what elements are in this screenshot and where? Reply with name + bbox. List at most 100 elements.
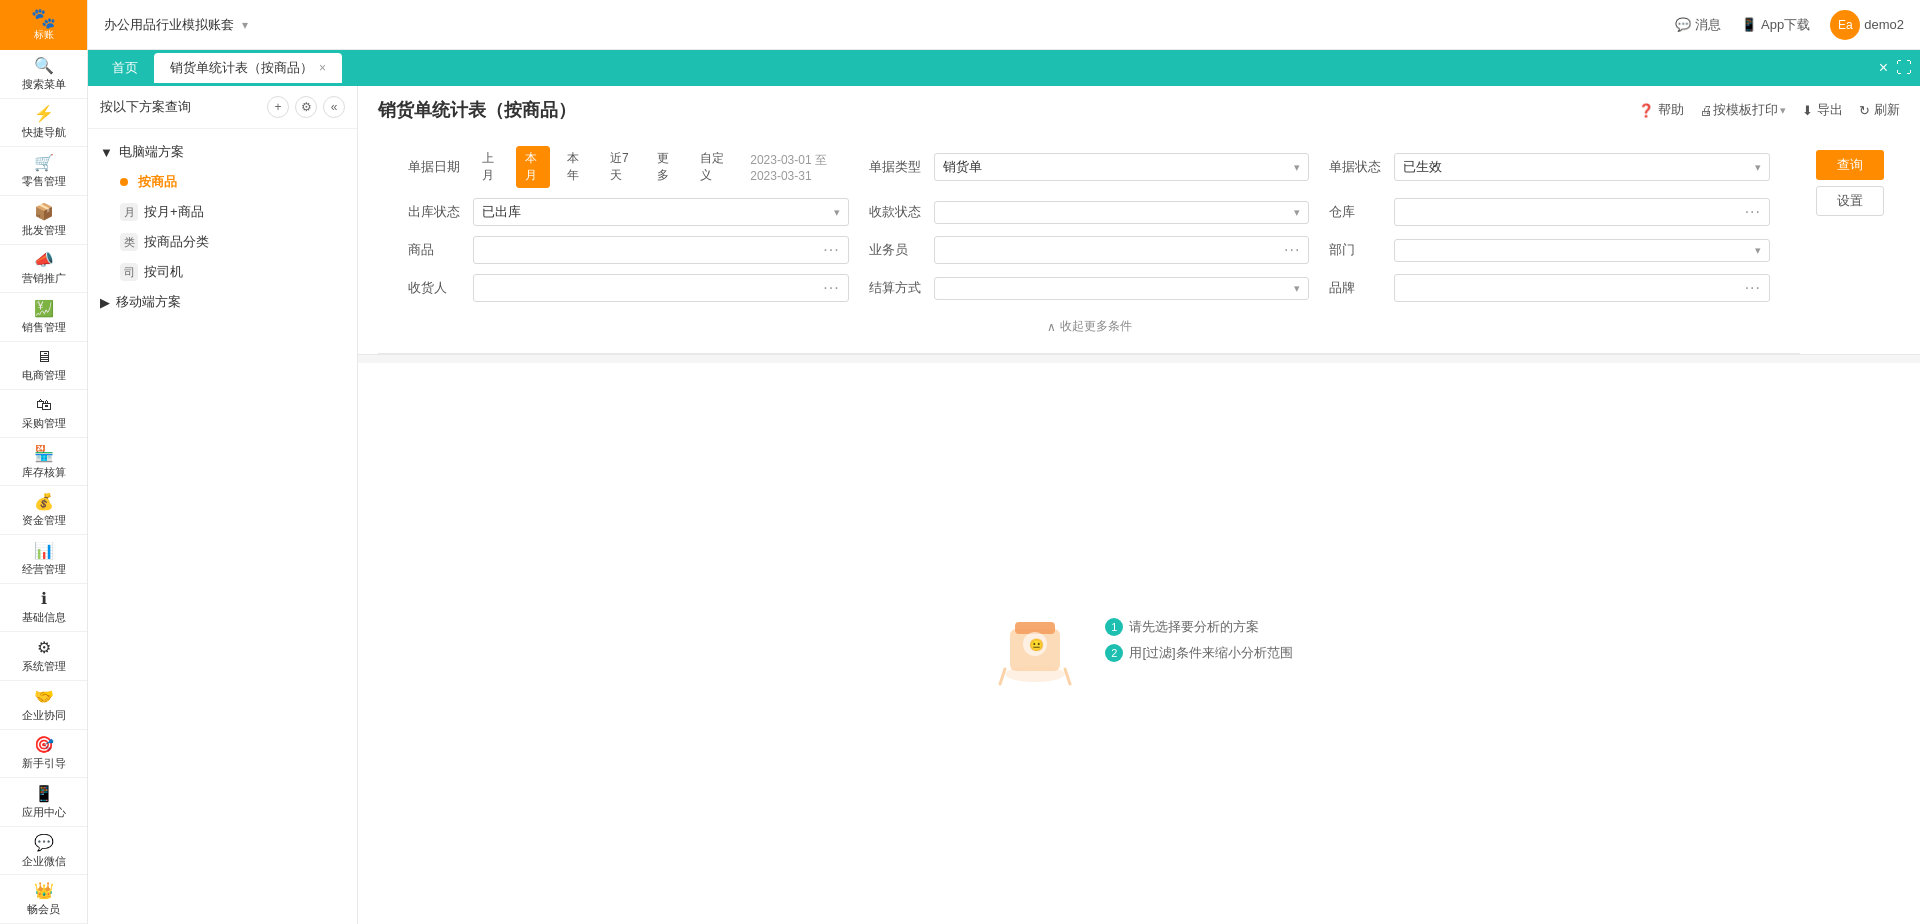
date-range-display: 2023-03-01 至 2023-03-31 bbox=[750, 152, 848, 183]
print-dropdown-arrow[interactable]: ▾ bbox=[1780, 104, 1786, 117]
collapse-panel-btn[interactable]: « bbox=[323, 96, 345, 118]
salesperson-select[interactable]: ··· bbox=[934, 236, 1310, 264]
sidebar-item-newuser[interactable]: 🎯 新手引导 bbox=[0, 730, 87, 779]
sidebar-item-system[interactable]: ⚙ 系统管理 bbox=[0, 632, 87, 681]
sidebar-item-purchase[interactable]: 🛍 采购管理 bbox=[0, 390, 87, 438]
tab-minimize-btn[interactable]: × bbox=[1879, 59, 1888, 77]
sidebar-item-ecommerce[interactable]: 🖥 电商管理 bbox=[0, 342, 87, 390]
product-select[interactable]: ··· bbox=[473, 236, 849, 264]
date-this-month-btn[interactable]: 本月 bbox=[516, 146, 551, 188]
hint-2: 2 用[过滤]条件来缩小分析范围 bbox=[1105, 644, 1292, 662]
tab-bar-actions: × ⛶ bbox=[1879, 59, 1912, 77]
retail-icon: 🛒 bbox=[34, 153, 54, 172]
receipt-status-control: ▾ bbox=[934, 201, 1310, 224]
date-more-btn[interactable]: 更多 bbox=[648, 146, 683, 188]
tab-close-btn[interactable]: × bbox=[319, 61, 326, 75]
tree-child-month-product[interactable]: 月 按月+商品 bbox=[88, 197, 357, 227]
tab-home[interactable]: 首页 bbox=[96, 53, 154, 83]
settings-scheme-icon: ⚙ bbox=[301, 100, 312, 114]
warehouse2-select[interactable]: ··· bbox=[1394, 198, 1770, 226]
settings-scheme-btn[interactable]: ⚙ bbox=[295, 96, 317, 118]
tree-child-driver[interactable]: 司 按司机 bbox=[88, 257, 357, 287]
export-btn[interactable]: ⬇ 导出 bbox=[1802, 101, 1843, 119]
help-btn[interactable]: ❓ 帮助 bbox=[1638, 101, 1684, 119]
sidebar-item-operation[interactable]: 📊 经营管理 bbox=[0, 535, 87, 584]
hint1-text: 请先选择要分析的方案 bbox=[1129, 618, 1259, 636]
doc-type-select[interactable]: 销货单 ▾ bbox=[934, 153, 1310, 181]
brand-select[interactable]: ··· bbox=[1394, 274, 1770, 302]
tree-child-by-product[interactable]: 按商品 bbox=[88, 167, 357, 197]
print-btn-group[interactable]: 🖨 按模板打印 ▾ bbox=[1700, 101, 1786, 119]
sidebar-item-label-sales: 销售管理 bbox=[22, 320, 66, 335]
message-btn[interactable]: 💬 消息 bbox=[1675, 16, 1721, 34]
sidebar-item-wholesale[interactable]: 📦 批发管理 bbox=[0, 196, 87, 245]
add-scheme-btn[interactable]: + bbox=[267, 96, 289, 118]
sidebar-item-label-enterprise: 企业协同 bbox=[22, 708, 66, 723]
sidebar-item-basic[interactable]: ℹ 基础信息 bbox=[0, 584, 87, 633]
tree-group-pc[interactable]: ▼ 电脑端方案 bbox=[88, 137, 357, 167]
sidebar-item-search[interactable]: 🔍 搜索菜单 bbox=[0, 50, 87, 99]
sidebar-item-sales[interactable]: 💹 销售管理 bbox=[0, 293, 87, 342]
settings-btn[interactable]: 设置 bbox=[1816, 186, 1884, 216]
top-bar: 办公用品行业模拟账套 ▾ 💬 消息 📱 App下载 Ea demo2 bbox=[88, 0, 1920, 50]
collapse-icon: « bbox=[331, 100, 338, 114]
tree-child-label-product: 按商品 bbox=[138, 173, 177, 191]
sidebar-item-wechat[interactable]: 💬 企业微信 bbox=[0, 827, 87, 876]
purchase-icon: 🛍 bbox=[36, 396, 52, 414]
dept-select[interactable]: ▾ bbox=[1394, 239, 1770, 262]
message-icon: 💬 bbox=[1675, 17, 1691, 32]
doc-status-select[interactable]: 已生效 ▾ bbox=[1394, 153, 1770, 181]
home-tab-label: 首页 bbox=[112, 59, 138, 77]
sidebar-item-inventory[interactable]: 🏪 库存核算 bbox=[0, 438, 87, 487]
date-this-year-btn[interactable]: 本年 bbox=[558, 146, 593, 188]
recipient-dots: ··· bbox=[823, 279, 839, 297]
date-last-month-btn[interactable]: 上月 bbox=[473, 146, 508, 188]
export-label: 导出 bbox=[1817, 101, 1843, 119]
tab-maximize-btn[interactable]: ⛶ bbox=[1896, 59, 1912, 77]
date-row: 上月 本月 本年 近7天 更多 自定义 2023-03-01 至 2023-03… bbox=[473, 146, 849, 188]
mobile-group-label: 移动端方案 bbox=[116, 293, 181, 311]
app-download-btn[interactable]: 📱 App下载 bbox=[1741, 16, 1810, 34]
appcenter-icon: 📱 bbox=[34, 784, 54, 803]
page-header: 销货单统计表（按商品） ❓ 帮助 🖨 按模板打印 ▾ ⬇ bbox=[358, 86, 1920, 355]
user-profile-btn[interactable]: Ea demo2 bbox=[1830, 10, 1904, 40]
recipient-select[interactable]: ··· bbox=[473, 274, 849, 302]
doc-type-label: 单据类型 bbox=[869, 158, 934, 176]
filter-row-3: 商品 ··· 业务员 bbox=[398, 236, 1780, 264]
collapse-bar[interactable]: ∧ 收起更多条件 bbox=[398, 312, 1780, 341]
sidebar-item-quicknav[interactable]: ⚡ 快捷导航 bbox=[0, 99, 87, 148]
user-name: demo2 bbox=[1864, 17, 1904, 32]
date-last7-btn[interactable]: 近7天 bbox=[601, 146, 640, 188]
filter-area: 单据日期 上月 本月 本年 近7天 更多 自定义 bbox=[378, 134, 1800, 354]
sidebar-item-member[interactable]: 👑 畅会员 bbox=[0, 875, 87, 924]
tree-group-mobile[interactable]: ▶ 移动端方案 bbox=[88, 287, 357, 317]
warehouse-status-label: 出库状态 bbox=[408, 203, 473, 221]
sidebar-item-retail[interactable]: 🛒 零售管理 bbox=[0, 147, 87, 196]
sidebar-item-label-member: 畅会员 bbox=[27, 902, 60, 917]
sidebar-item-marketing[interactable]: 📣 营销推广 bbox=[0, 245, 87, 294]
warehouse-status-select[interactable]: 已出库 ▾ bbox=[473, 198, 849, 226]
sidebar-item-label-operation: 经营管理 bbox=[22, 562, 66, 577]
sidebar-item-finance[interactable]: 💰 资金管理 bbox=[0, 486, 87, 535]
warehouse-status-arrow: ▾ bbox=[834, 206, 840, 219]
pc-group-label: 电脑端方案 bbox=[119, 143, 184, 161]
export-icon: ⬇ bbox=[1802, 103, 1813, 118]
page-header-row: 销货单统计表（按商品） ❓ 帮助 🖨 按模板打印 ▾ ⬇ bbox=[378, 98, 1900, 122]
left-panel-header: 按以下方案查询 + ⚙ « bbox=[88, 86, 357, 129]
doc-status-value: 已生效 bbox=[1403, 158, 1755, 176]
product-label: 商品 bbox=[408, 241, 473, 259]
sidebar-item-label-system: 系统管理 bbox=[22, 659, 66, 674]
payment-arrow: ▾ bbox=[1294, 282, 1300, 295]
tree-child-product-category[interactable]: 类 按商品分类 bbox=[88, 227, 357, 257]
doc-type-arrow: ▾ bbox=[1294, 161, 1300, 174]
sidebar-item-appcenter[interactable]: 📱 应用中心 bbox=[0, 778, 87, 827]
date-custom-btn[interactable]: 自定义 bbox=[691, 146, 734, 188]
receipt-status-select[interactable]: ▾ bbox=[934, 201, 1310, 224]
refresh-btn[interactable]: ↻ 刷新 bbox=[1859, 101, 1900, 119]
sidebar-item-enterprise[interactable]: 🤝 企业协同 bbox=[0, 681, 87, 730]
query-btn[interactable]: 查询 bbox=[1816, 150, 1884, 180]
industry-dropdown-arrow[interactable]: ▾ bbox=[242, 18, 248, 32]
tab-active[interactable]: 销货单统计表（按商品） × bbox=[154, 53, 342, 83]
phone-icon: 📱 bbox=[1741, 17, 1757, 32]
payment-select[interactable]: ▾ bbox=[934, 277, 1310, 300]
